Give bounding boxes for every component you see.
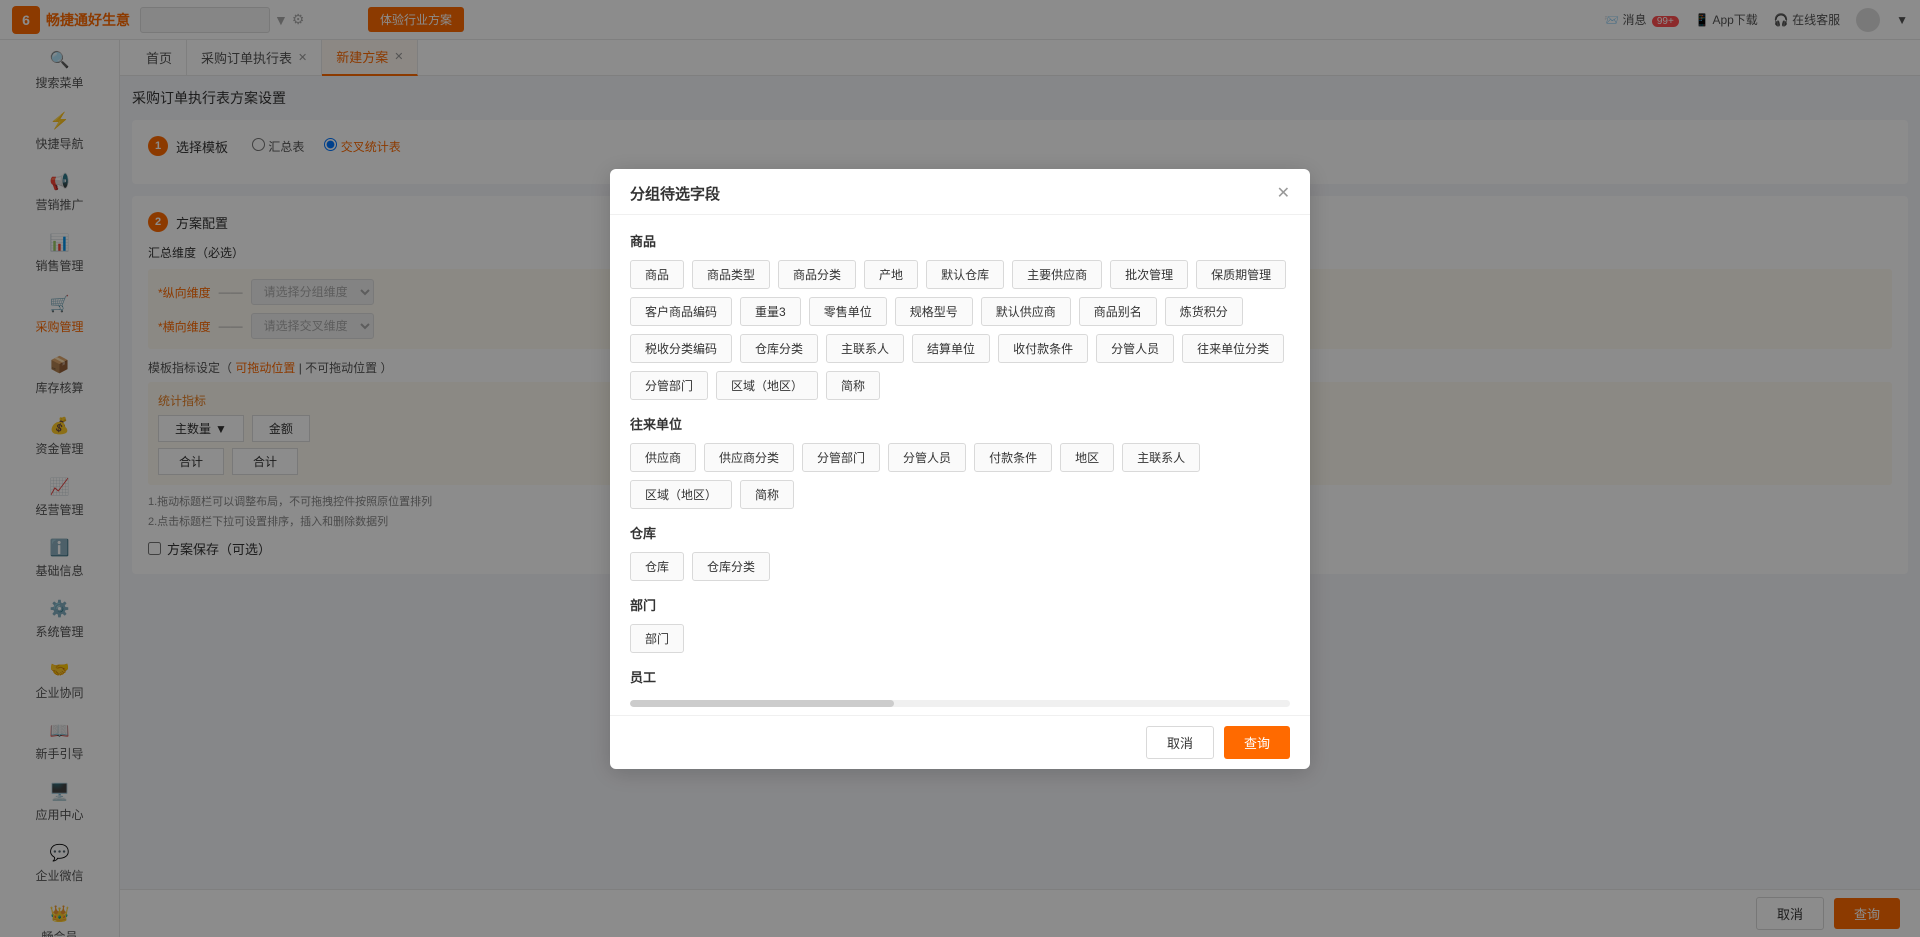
field-chip[interactable]: 分管人员 — [1096, 334, 1174, 363]
modal-confirm-btn[interactable]: 查询 — [1224, 726, 1290, 759]
modal-title: 分组待选字段 — [630, 183, 720, 204]
field-chip[interactable]: 收付款条件 — [998, 334, 1088, 363]
field-chip[interactable]: 默认仓库 — [926, 260, 1004, 289]
field-chip[interactable]: 商品 — [630, 260, 684, 289]
field-chip[interactable]: 规格型号 — [895, 297, 973, 326]
field-chip[interactable]: 分管人员 — [888, 443, 966, 472]
field-group-title-员工: 员工 — [630, 667, 1290, 686]
modal-header: 分组待选字段 ✕ — [610, 169, 1310, 215]
field-group-title-往来单位: 往来单位 — [630, 414, 1290, 433]
field-chip[interactable]: 仓库分类 — [692, 552, 770, 581]
field-chip[interactable]: 炼货积分 — [1165, 297, 1243, 326]
fields-grid-往来单位: 供应商供应商分类分管部门分管人员付款条件地区主联系人区域（地区） 简称 — [630, 443, 1290, 509]
field-chip[interactable]: 税收分类编码 — [630, 334, 732, 363]
field-chip[interactable]: 商品分类 — [778, 260, 856, 289]
modal-overlay: 分组待选字段 ✕ 商品商品商品类型商品分类产地默认仓库主要供应商批次管理保质期管… — [0, 0, 1920, 937]
field-chip[interactable]: 简称 — [826, 371, 880, 400]
field-chip[interactable]: 往来单位分类 — [1182, 334, 1284, 363]
field-chip[interactable]: 商品类型 — [692, 260, 770, 289]
field-chip[interactable]: 批次管理 — [1110, 260, 1188, 289]
field-chip[interactable]: 分管部门 — [802, 443, 880, 472]
fields-grid-商品: 商品商品类型商品分类产地默认仓库主要供应商批次管理保质期管理客户商品编码重量3 零… — [630, 260, 1290, 400]
field-chip[interactable]: 客户商品编码 — [630, 297, 732, 326]
fields-grid-仓库: 仓库仓库分类 — [630, 552, 1290, 581]
fields-grid-部门: 部门 — [630, 624, 1290, 653]
field-chip[interactable]: 供应商 — [630, 443, 696, 472]
modal-cancel-btn[interactable]: 取消 — [1146, 726, 1214, 759]
field-chip[interactable]: 供应商分类 — [704, 443, 794, 472]
field-chip[interactable]: 业务员 — [630, 696, 696, 697]
field-chip[interactable]: 保质期管理 — [1196, 260, 1286, 289]
fields-grid-员工: 业务员 — [630, 696, 1290, 697]
field-chip[interactable]: 产地 — [864, 260, 918, 289]
field-chip[interactable]: 部门 — [630, 624, 684, 653]
field-chip[interactable]: 主联系人 — [826, 334, 904, 363]
field-chip[interactable]: 仓库 — [630, 552, 684, 581]
field-chip[interactable]: 简称 — [740, 480, 794, 509]
field-chip[interactable]: 区域（地区） — [716, 371, 818, 400]
field-chip[interactable]: 分管部门 — [630, 371, 708, 400]
modal-body: 商品商品商品类型商品分类产地默认仓库主要供应商批次管理保质期管理客户商品编码重量… — [610, 215, 1310, 697]
modal-hscrollbar[interactable] — [630, 700, 1290, 706]
modal-hscrollbar-thumb — [630, 700, 894, 706]
field-chip[interactable]: 结算单位 — [912, 334, 990, 363]
field-chip[interactable]: 主要供应商 — [1012, 260, 1102, 289]
field-chip[interactable]: 商品别名 — [1079, 297, 1157, 326]
field-group-title-仓库: 仓库 — [630, 523, 1290, 542]
field-chip[interactable]: 区域（地区） — [630, 480, 732, 509]
field-chip[interactable]: 付款条件 — [974, 443, 1052, 472]
field-group-title-商品: 商品 — [630, 231, 1290, 250]
field-chip[interactable]: 地区 — [1060, 443, 1114, 472]
field-chip[interactable]: 零售单位 — [809, 297, 887, 326]
field-chip[interactable]: 重量3 — [740, 297, 801, 326]
modal-close-btn[interactable]: ✕ — [1277, 183, 1290, 203]
field-chip[interactable]: 主联系人 — [1122, 443, 1200, 472]
field-group-title-部门: 部门 — [630, 595, 1290, 614]
modal-dialog: 分组待选字段 ✕ 商品商品商品类型商品分类产地默认仓库主要供应商批次管理保质期管… — [610, 169, 1310, 769]
field-chip[interactable]: 仓库分类 — [740, 334, 818, 363]
modal-footer: 取消 查询 — [610, 715, 1310, 769]
field-chip[interactable]: 默认供应商 — [981, 297, 1071, 326]
